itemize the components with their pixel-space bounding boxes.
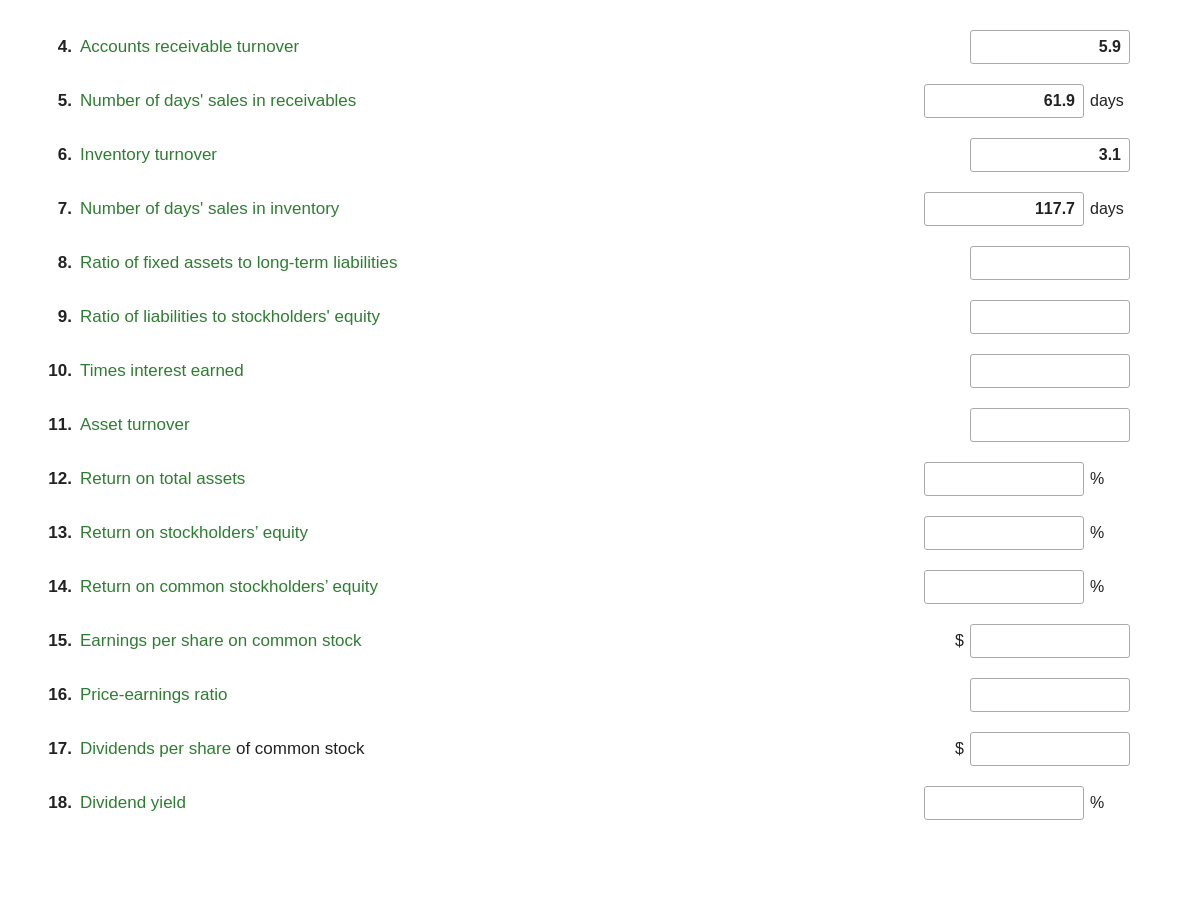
ratio-input-row-17[interactable]	[970, 732, 1130, 766]
ratio-number: 10.	[30, 361, 80, 381]
ratio-suffix: %	[1090, 470, 1130, 488]
ratio-input-group	[970, 408, 1130, 442]
ratio-row: 8.Ratio of fixed assets to long-term lia…	[30, 236, 1130, 290]
ratio-number: 7.	[30, 199, 80, 219]
ratio-input-row-18[interactable]	[924, 786, 1084, 820]
ratio-label: Ratio of liabilities to stockholders' eq…	[80, 307, 970, 327]
ratio-row: 12.Return on total assets%	[30, 452, 1130, 506]
ratio-input-group: %	[924, 462, 1130, 496]
ratio-row: 15.Earnings per share on common stock$	[30, 614, 1130, 668]
ratio-input-group: %	[924, 516, 1130, 550]
ratio-number: 9.	[30, 307, 80, 327]
ratio-label: Accounts receivable turnover	[80, 37, 970, 57]
ratio-label: Return on common stockholders’ equity	[80, 577, 924, 597]
ratio-label: Times interest earned	[80, 361, 970, 381]
ratio-input-group	[970, 138, 1130, 172]
ratio-input-group: %	[924, 570, 1130, 604]
ratio-number: 8.	[30, 253, 80, 273]
ratio-label: Return on stockholders’ equity	[80, 523, 924, 543]
ratio-number: 12.	[30, 469, 80, 489]
ratio-number: 6.	[30, 145, 80, 165]
ratio-number: 4.	[30, 37, 80, 57]
ratio-row: 16.Price-earnings ratio	[30, 668, 1130, 722]
ratio-input-row-4[interactable]	[970, 30, 1130, 64]
ratio-label: Number of days' sales in receivables	[80, 91, 924, 111]
ratio-input-row-7[interactable]	[924, 192, 1084, 226]
ratio-label: Dividend yield	[80, 793, 924, 813]
ratio-input-group: $	[955, 624, 1130, 658]
ratio-row: 6.Inventory turnover	[30, 128, 1130, 182]
ratio-row: 9.Ratio of liabilities to stockholders' …	[30, 290, 1130, 344]
ratio-row: 17.Dividends per share of common stock$	[30, 722, 1130, 776]
ratio-label: Number of days' sales in inventory	[80, 199, 924, 219]
ratio-input-row-11[interactable]	[970, 408, 1130, 442]
ratio-number: 13.	[30, 523, 80, 543]
ratio-label: Return on total assets	[80, 469, 924, 489]
ratio-input-row-15[interactable]	[970, 624, 1130, 658]
ratio-row: 4.Accounts receivable turnover	[30, 20, 1130, 74]
ratio-suffix: days	[1090, 92, 1130, 110]
ratio-input-group	[970, 300, 1130, 334]
ratio-list: 4.Accounts receivable turnover5.Number o…	[30, 20, 1130, 830]
ratio-input-row-5[interactable]	[924, 84, 1084, 118]
ratio-suffix: days	[1090, 200, 1130, 218]
ratio-input-row-12[interactable]	[924, 462, 1084, 496]
ratio-suffix: %	[1090, 524, 1130, 542]
ratio-input-group: days	[924, 192, 1130, 226]
ratio-suffix: %	[1090, 578, 1130, 596]
ratio-row: 11.Asset turnover	[30, 398, 1130, 452]
ratio-input-group: %	[924, 786, 1130, 820]
ratio-row: 14.Return on common stockholders’ equity…	[30, 560, 1130, 614]
ratio-input-row-10[interactable]	[970, 354, 1130, 388]
ratio-prefix: $	[955, 632, 964, 650]
ratio-number: 15.	[30, 631, 80, 651]
ratio-label: Asset turnover	[80, 415, 970, 435]
ratio-label: Dividends per share of common stock	[80, 739, 955, 759]
ratio-number: 16.	[30, 685, 80, 705]
ratio-input-group	[970, 354, 1130, 388]
ratio-input-row-16[interactable]	[970, 678, 1130, 712]
ratio-number: 11.	[30, 415, 80, 435]
ratio-row: 7.Number of days' sales in inventory days	[30, 182, 1130, 236]
ratio-prefix: $	[955, 740, 964, 758]
ratio-suffix: %	[1090, 794, 1130, 812]
ratio-row: 13.Return on stockholders’ equity%	[30, 506, 1130, 560]
ratio-input-group	[970, 30, 1130, 64]
ratio-input-group	[970, 246, 1130, 280]
ratio-number: 5.	[30, 91, 80, 111]
ratio-input-row-9[interactable]	[970, 300, 1130, 334]
ratio-input-group	[970, 678, 1130, 712]
ratio-row: 5.Number of days' sales in receivables da…	[30, 74, 1130, 128]
ratio-input-row-6[interactable]	[970, 138, 1130, 172]
ratio-label: Inventory turnover	[80, 145, 970, 165]
ratio-input-row-14[interactable]	[924, 570, 1084, 604]
ratio-number: 14.	[30, 577, 80, 597]
ratio-label: Earnings per share on common stock	[80, 631, 955, 651]
ratio-number: 17.	[30, 739, 80, 759]
ratio-row: 10.Times interest earned	[30, 344, 1130, 398]
ratio-input-row-8[interactable]	[970, 246, 1130, 280]
ratio-input-group: days	[924, 84, 1130, 118]
ratio-label: Price-earnings ratio	[80, 685, 970, 705]
ratio-label: Ratio of fixed assets to long-term liabi…	[80, 253, 970, 273]
ratio-input-group: $	[955, 732, 1130, 766]
ratio-input-row-13[interactable]	[924, 516, 1084, 550]
ratio-number: 18.	[30, 793, 80, 813]
ratio-row: 18.Dividend yield%	[30, 776, 1130, 830]
